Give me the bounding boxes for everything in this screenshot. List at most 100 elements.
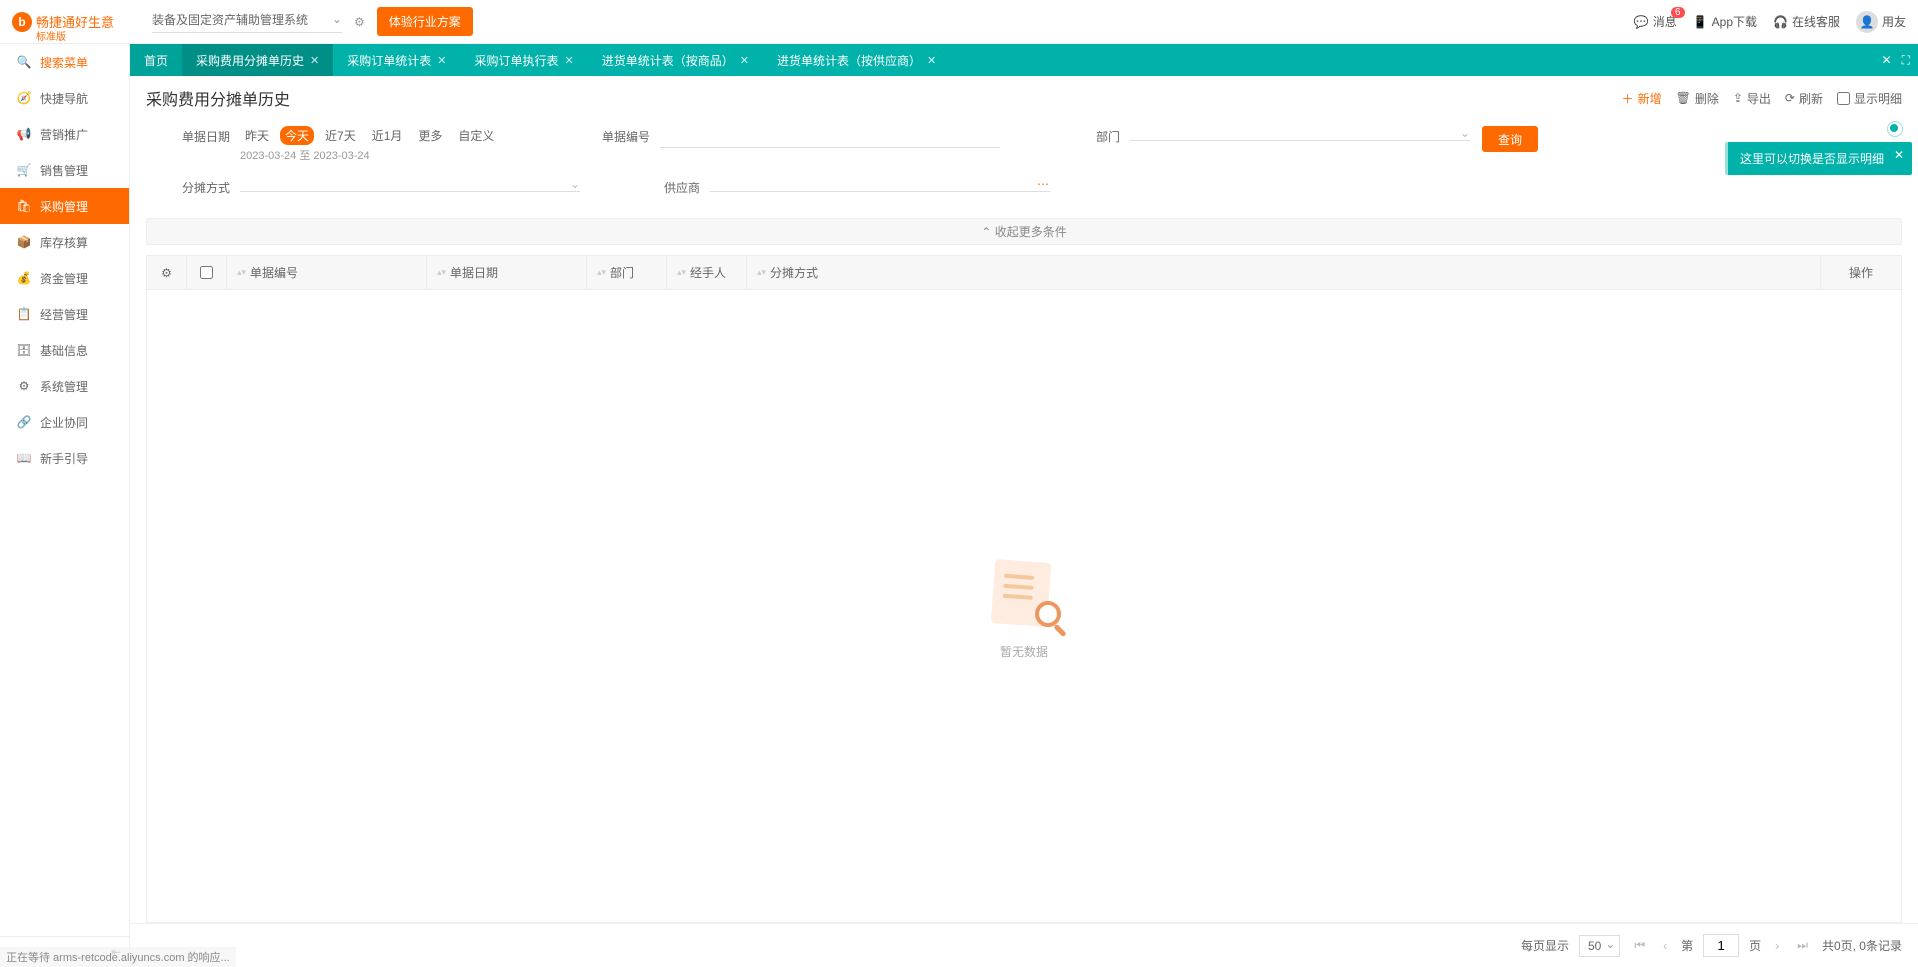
close-icon[interactable]: ✕ [927, 54, 936, 67]
sidebar-item-purchase[interactable]: 🛍 采购管理 [0, 188, 129, 224]
delete-button[interactable]: 🗑删除 [1676, 90, 1719, 107]
filter-method: 分摊方式 ⌄ [170, 177, 580, 196]
sidebar-item-guide[interactable]: 📖新手引导 [0, 440, 129, 476]
th-code[interactable]: ▴▾单据编号 [227, 256, 427, 289]
cart-icon: 🛒 [16, 163, 32, 177]
preset-today[interactable]: 今天 [280, 126, 314, 145]
refresh-button[interactable]: ⟳刷新 [1785, 90, 1823, 107]
sidebar-item-label: 采购管理 [40, 198, 88, 215]
sidebar-item-sales[interactable]: 🛒销售管理 [0, 152, 129, 188]
content: 采购费用分摊单历史 ＋新增 🗑删除 ⇪导出 ⟳刷新 显示明细 这里可以切换是否显… [130, 76, 1918, 967]
user-menu[interactable]: 👤 用友 [1856, 11, 1906, 33]
sidebar-item-finance[interactable]: 💰资金管理 [0, 260, 129, 296]
sidebar-item-enterprise[interactable]: 🔗企业协同 [0, 404, 129, 440]
filter-code: 单据编号 [590, 126, 1000, 163]
link-icon: 🔗 [16, 415, 32, 429]
chevron-down-icon: ⌄ [332, 12, 342, 26]
experience-button[interactable]: 体验行业方案 [377, 7, 473, 36]
online-service-button[interactable]: 🎧 在线客服 [1773, 13, 1840, 30]
tab-receipt-stats-supplier[interactable]: 进货单统计表（按供应商）✕ [763, 44, 950, 76]
tooltip-close-icon[interactable]: ✕ [1894, 148, 1904, 162]
preset-1month[interactable]: 近1月 [367, 126, 408, 145]
th-label: 单据日期 [450, 264, 498, 281]
sidebar-item-label: 系统管理 [40, 378, 88, 395]
first-page-button[interactable]: ⏮ [1630, 938, 1649, 953]
bag-icon: 🛍 [16, 199, 32, 213]
search-icon: 🔍 [16, 55, 32, 69]
main-area: 首页 采购费用分摊单历史✕ 采购订单统计表✕ 采购订单执行表✕ 进货单统计表（按… [130, 44, 1918, 967]
sidebar-item-quicknav[interactable]: 🧭快捷导航 [0, 80, 129, 116]
messages-button[interactable]: 💬 消息 6 [1634, 13, 1677, 30]
logo[interactable]: b 畅捷通好生意 标准版 [12, 12, 132, 32]
collapse-filter-button[interactable]: ⌃ 收起更多条件 [146, 218, 1902, 245]
select-all-checkbox[interactable] [200, 266, 213, 279]
add-button[interactable]: ＋新增 [1622, 90, 1662, 107]
close-all-icon[interactable]: ✕ [1882, 53, 1892, 67]
th-method[interactable]: ▴▾分摊方式 [747, 256, 1821, 289]
top-header: b 畅捷通好生意 标准版 装备及固定资产辅助管理系统 ⌄ ⚙ 体验行业方案 💬 … [0, 0, 1918, 44]
sidebar-item-label: 资金管理 [40, 270, 88, 287]
sidebar-search-label: 搜索菜单 [40, 54, 88, 71]
empty-text: 暂无数据 [1000, 643, 1048, 660]
code-input[interactable] [660, 126, 1000, 148]
tab-purchase-order-exec[interactable]: 采购订单执行表✕ [460, 44, 587, 76]
sidebar-item-inventory[interactable]: 📦库存核算 [0, 224, 129, 260]
tab-purchase-order-stats[interactable]: 采购订单统计表✕ [333, 44, 460, 76]
preset-custom[interactable]: 自定义 [453, 126, 499, 145]
empty-state: 暂无数据 [147, 290, 1901, 922]
preset-yesterday[interactable]: 昨天 [240, 126, 274, 145]
plus-icon: ＋ [1622, 90, 1634, 107]
sidebar-item-business[interactable]: 📋经营管理 [0, 296, 129, 332]
export-button[interactable]: ⇪导出 [1733, 90, 1771, 107]
th-dept[interactable]: ▴▾部门 [587, 256, 667, 289]
export-label: 导出 [1747, 90, 1771, 107]
page-prefix: 第 [1681, 937, 1693, 954]
close-icon[interactable]: ✕ [310, 54, 319, 67]
header-right: 💬 消息 6 📱 App下载 🎧 在线客服 👤 用友 [1634, 11, 1906, 33]
next-page-button[interactable]: › [1771, 939, 1783, 953]
database-icon: 🗄 [16, 343, 32, 357]
chevron-up-icon: ⌃ [981, 225, 991, 239]
chevron-down-icon: ⌄ [570, 177, 580, 191]
page-input[interactable] [1703, 934, 1739, 957]
last-page-button[interactable]: ⏭ [1793, 938, 1812, 953]
system-name: 装备及固定资产辅助管理系统 [152, 11, 308, 28]
tab-cost-allocation-history[interactable]: 采购费用分摊单历史✕ [182, 44, 333, 76]
box-icon: 📦 [16, 235, 32, 249]
sidebar-item-marketing[interactable]: 📢营销推广 [0, 116, 129, 152]
preset-more[interactable]: 更多 [413, 126, 447, 145]
sidebar-search[interactable]: 🔍 搜索菜单 [0, 44, 129, 80]
tab-receipt-stats-product[interactable]: 进货单统计表（按商品）✕ [588, 44, 763, 76]
th-person[interactable]: ▴▾经手人 [667, 256, 747, 289]
show-detail-input[interactable] [1837, 92, 1850, 105]
tab-home[interactable]: 首页 [130, 44, 182, 76]
sort-icon: ▴▾ [677, 270, 686, 275]
close-icon[interactable]: ✕ [437, 54, 446, 67]
sort-icon: ▴▾ [237, 270, 246, 275]
gear-icon: ⚙ [161, 266, 172, 280]
system-selector[interactable]: 装备及固定资产辅助管理系统 ⌄ [152, 11, 342, 33]
th-date[interactable]: ▴▾单据日期 [427, 256, 587, 289]
prev-page-button[interactable]: ‹ [1659, 939, 1671, 953]
close-icon[interactable]: ✕ [740, 54, 749, 67]
method-select[interactable]: ⌄ [240, 177, 580, 192]
online-service-label: 在线客服 [1792, 13, 1840, 30]
search-button[interactable]: 查询 [1482, 126, 1538, 152]
supplier-select[interactable]: ⋯ [710, 177, 1050, 192]
app-download-button[interactable]: 📱 App下载 [1693, 13, 1757, 30]
dept-select[interactable]: ⌄ [1130, 126, 1470, 141]
sidebar-item-system[interactable]: ⚙系统管理 [0, 368, 129, 404]
preset-7days[interactable]: 近7天 [320, 126, 361, 145]
sidebar-item-label: 经营管理 [40, 306, 88, 323]
show-detail-checkbox[interactable]: 显示明细 [1837, 90, 1902, 107]
chevron-down-icon: ⌄ [1460, 126, 1470, 140]
sidebar-item-basedata[interactable]: 🗄基础信息 [0, 332, 129, 368]
close-icon[interactable]: ✕ [565, 54, 574, 67]
fullscreen-icon[interactable]: ⛶ [1902, 53, 1910, 68]
per-page-select[interactable]: 50 [1579, 935, 1620, 957]
book-icon: 📖 [16, 451, 32, 465]
settings-gear-icon[interactable]: ⚙ [354, 15, 365, 29]
browser-statusbar: 正在等待 arms-retcode.aliyuncs.com 的响应... [0, 947, 236, 967]
table-settings-col[interactable]: ⚙ [147, 256, 187, 289]
table-header: ⚙ ▴▾单据编号 ▴▾单据日期 ▴▾部门 ▴▾经手人 ▴▾分摊方式 操作 [147, 256, 1901, 290]
